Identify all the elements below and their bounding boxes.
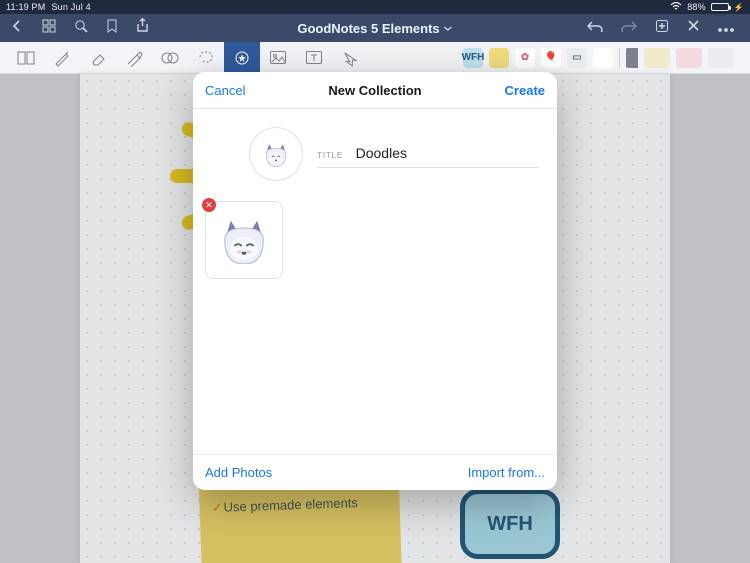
document-title-text: GoodNotes 5 Elements: [297, 21, 439, 36]
shape-tool-icon[interactable]: [152, 42, 188, 74]
text-tool-icon[interactable]: [296, 42, 332, 74]
sticker-preset-balloons[interactable]: 🎈: [541, 48, 561, 68]
add-page-icon[interactable]: [655, 19, 669, 38]
image-tool-icon[interactable]: [260, 42, 296, 74]
cancel-button[interactable]: Cancel: [205, 83, 245, 98]
search-icon[interactable]: [74, 19, 88, 38]
sticker-preset-postit[interactable]: [489, 48, 509, 68]
color-swatch[interactable]: [708, 48, 734, 68]
import-from-button[interactable]: Import from...: [468, 465, 545, 480]
create-button[interactable]: Create: [505, 83, 545, 98]
pointer-tool-icon[interactable]: [332, 42, 368, 74]
color-swatch[interactable]: [676, 48, 702, 68]
status-time: 11:19 PM: [6, 2, 45, 12]
ios-status-bar: 11:19 PM Sun Jul 4 88% ⚡: [0, 0, 750, 14]
close-icon[interactable]: [687, 19, 700, 37]
app-nav-bar: GoodNotes 5 Elements: [0, 14, 750, 42]
collection-title-row: TITLE Doodles: [193, 109, 557, 189]
delete-item-icon[interactable]: ✕: [202, 198, 216, 212]
editing-toolbar: WFH ✿ 🎈 ▭: [0, 42, 750, 74]
modal-footer: Add Photos Import from...: [193, 454, 557, 490]
collection-item-thumb[interactable]: ✕: [205, 201, 283, 279]
sticker-preset-husky[interactable]: [593, 48, 613, 68]
status-date: Sun Jul 4: [51, 2, 90, 12]
lasso-tool-icon[interactable]: [188, 42, 224, 74]
share-icon[interactable]: [136, 18, 149, 38]
highlighter-tool-icon[interactable]: [116, 42, 152, 74]
color-swatch[interactable]: [644, 48, 670, 68]
back-icon[interactable]: [10, 19, 24, 38]
grid-icon[interactable]: [42, 19, 56, 38]
chevron-down-icon: [444, 24, 453, 33]
sticker-preset-cassette[interactable]: ▭: [567, 48, 587, 68]
sticker-presets: WFH ✿ 🎈 ▭: [463, 48, 742, 68]
undo-icon[interactable]: [587, 19, 603, 37]
divider: [619, 48, 620, 68]
collection-title-field[interactable]: TITLE Doodles: [317, 141, 539, 168]
charging-icon: ⚡: [734, 3, 744, 12]
color-swatch[interactable]: [626, 48, 638, 68]
document-title[interactable]: GoodNotes 5 Elements: [297, 21, 452, 36]
elements-tool-icon[interactable]: [224, 42, 260, 74]
wifi-icon: [670, 2, 682, 13]
eraser-tool-icon[interactable]: [80, 42, 116, 74]
new-collection-modal: Cancel New Collection Create TITLE Doodl…: [193, 72, 557, 490]
collection-items-grid: ✕: [193, 189, 557, 454]
sticker-preset-wfh-badge[interactable]: WFH: [463, 48, 483, 68]
battery-percent: 88%: [687, 2, 706, 12]
collection-cover-icon[interactable]: [249, 127, 303, 181]
bookmark-icon[interactable]: [106, 19, 118, 38]
read-mode-icon[interactable]: [8, 42, 44, 74]
sticker-preset-rose[interactable]: ✿: [515, 48, 535, 68]
more-icon[interactable]: [718, 19, 734, 37]
modal-header: Cancel New Collection Create: [193, 72, 557, 109]
redo-icon[interactable]: [621, 19, 637, 37]
pen-tool-icon[interactable]: [44, 42, 80, 74]
modal-title: New Collection: [328, 83, 421, 98]
title-value: Doodles: [356, 145, 407, 161]
add-photos-button[interactable]: Add Photos: [205, 465, 272, 480]
battery-icon: [711, 3, 729, 11]
title-label: TITLE: [317, 150, 343, 160]
